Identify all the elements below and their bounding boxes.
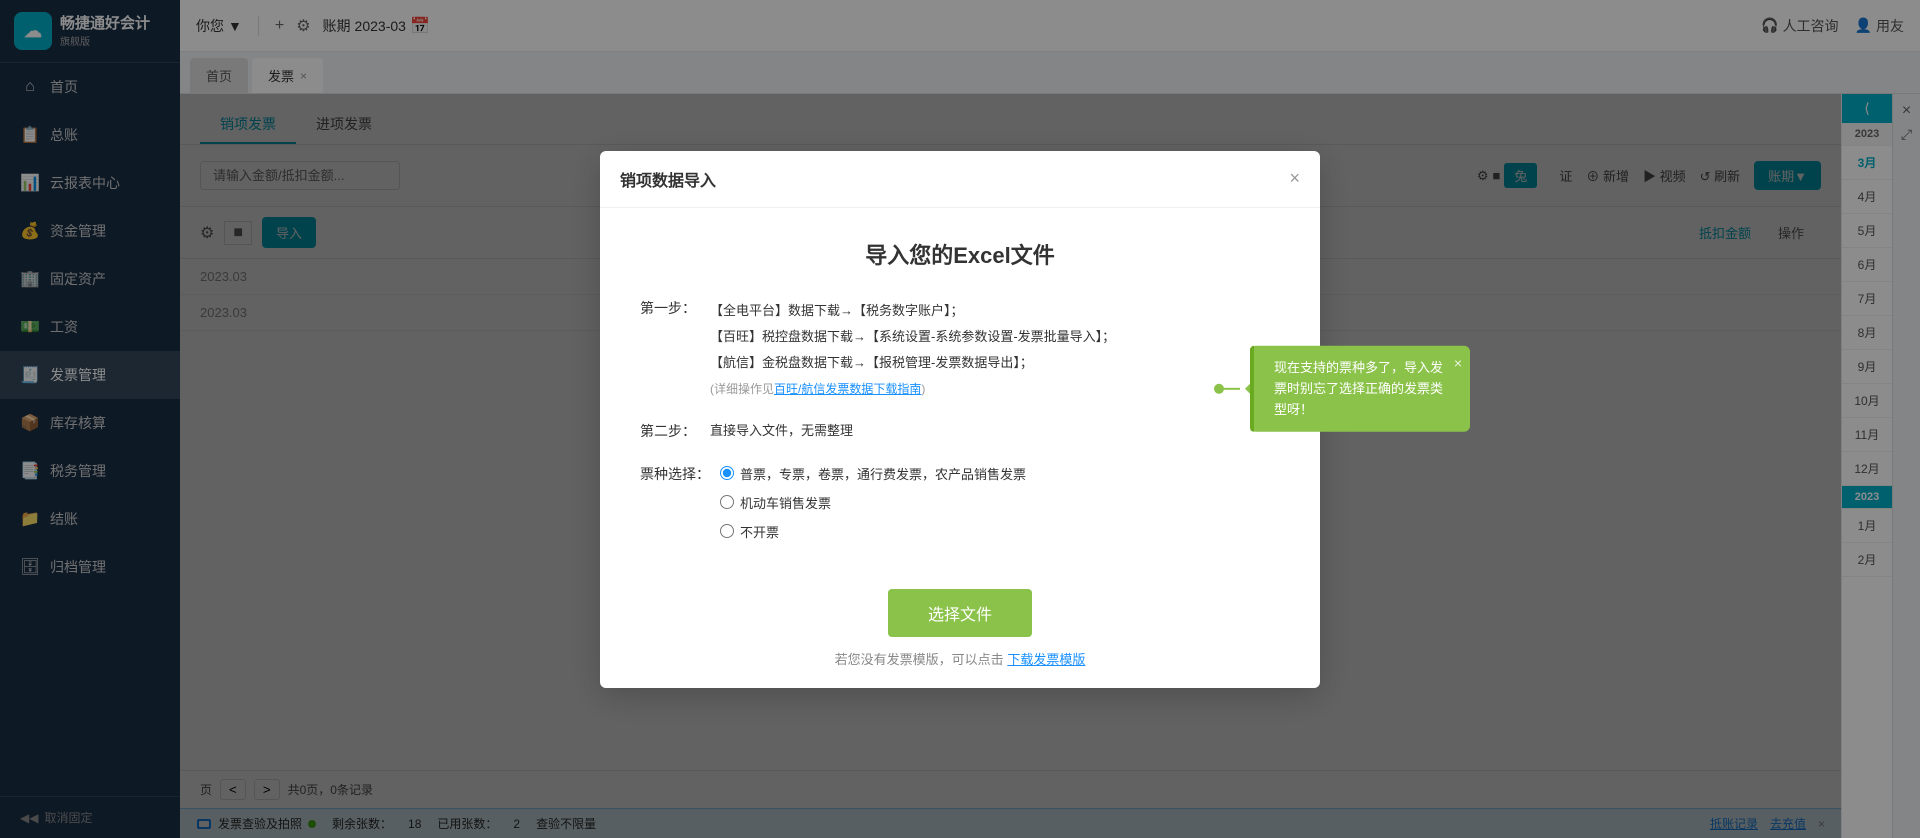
ticket-none-label: 不开票 (740, 522, 779, 541)
ticket-option-none[interactable]: 不开票 (720, 522, 1026, 541)
dialog-close-btn[interactable]: × (1289, 168, 1300, 189)
ticket-row: 票种选择： 普票，专票，卷票，通行费发票，农产品销售发票 机动车销售发票 不开票 (640, 464, 1280, 541)
tooltip-popup: × 现在支持的票种多了，导入发票时别忘了选择正确的发票类型呀！ (1250, 346, 1470, 432)
tooltip-text: 现在支持的票种多了，导入发票时别忘了选择正确的发票类型呀！ (1266, 358, 1454, 420)
step1-row: 第一步： 【全电平台】数据下载→【税务数字账户】； 【百旺】税控盘数据下载→【系… (640, 298, 1280, 402)
ticket-option-normal[interactable]: 普票，专票，卷票，通行费发票，农产品销售发票 (720, 464, 1026, 483)
radio-none[interactable] (720, 524, 734, 538)
radio-car[interactable] (720, 495, 734, 509)
dialog-overlay: 销项数据导入 × 导入您的Excel文件 第一步： 【全电平台】数据下载→【税务… (0, 0, 1920, 838)
ticket-option-car[interactable]: 机动车销售发票 (720, 493, 1026, 512)
dialog-title: 销项数据导入 (620, 167, 716, 191)
step1-label: 第一步： (640, 298, 700, 402)
step1-line-3: 【航信】金税盘数据下载→【报税管理-发票数据导出】； (710, 350, 1115, 376)
dialog-footer: 选择文件 若您没有发票模版，可以点击 下载发票模版 (600, 579, 1320, 688)
radio-normal[interactable] (720, 466, 734, 480)
step1-content: 【全电平台】数据下载→【税务数字账户】； 【百旺】税控盘数据下载→【系统设置-系… (710, 298, 1115, 402)
download-prefix: 若您没有发票模版，可以点击 (835, 652, 1004, 667)
step2-row: 第二步： 直接导入文件，无需整理 (640, 418, 1280, 444)
step2-text: 直接导入文件，无需整理 (710, 418, 853, 444)
tooltip-bar (1250, 346, 1254, 432)
ticket-radio-group: 普票，专票，卷票，通行费发票，农产品销售发票 机动车销售发票 不开票 (720, 464, 1026, 541)
dialog-main-title: 导入您的Excel文件 (640, 238, 1280, 270)
download-link-row: 若您没有发票模版，可以点击 下载发票模版 (835, 649, 1086, 668)
connector-dot (1214, 384, 1224, 394)
dialog-header: 销项数据导入 × (600, 151, 1320, 208)
step1-guide-link[interactable]: 百旺/航信发票数据下载指南 (774, 382, 921, 396)
tooltip-close-btn[interactable]: × (1454, 352, 1462, 374)
ticket-car-label: 机动车销售发票 (740, 493, 831, 512)
ticket-normal-label: 普票，专票，卷票，通行费发票，农产品销售发票 (740, 464, 1026, 483)
import-dialog: 销项数据导入 × 导入您的Excel文件 第一步： 【全电平台】数据下载→【税务… (600, 151, 1320, 688)
step1-line-1: 【全电平台】数据下载→【税务数字账户】； (710, 298, 1115, 324)
download-template-link[interactable]: 下载发票模版 (1007, 652, 1085, 667)
step1-link-row: (详细操作见百旺/航信发票数据下载指南) (710, 376, 1115, 402)
select-file-btn[interactable]: 选择文件 (888, 589, 1032, 637)
ticket-label: 票种选择： (640, 464, 710, 484)
step2-label: 第二步： (640, 421, 700, 441)
dialog-body: 导入您的Excel文件 第一步： 【全电平台】数据下载→【税务数字账户】； 【百… (600, 208, 1320, 579)
step1-line-2: 【百旺】税控盘数据下载→【系统设置-系统参数设置-发票批量导入】； (710, 324, 1115, 350)
